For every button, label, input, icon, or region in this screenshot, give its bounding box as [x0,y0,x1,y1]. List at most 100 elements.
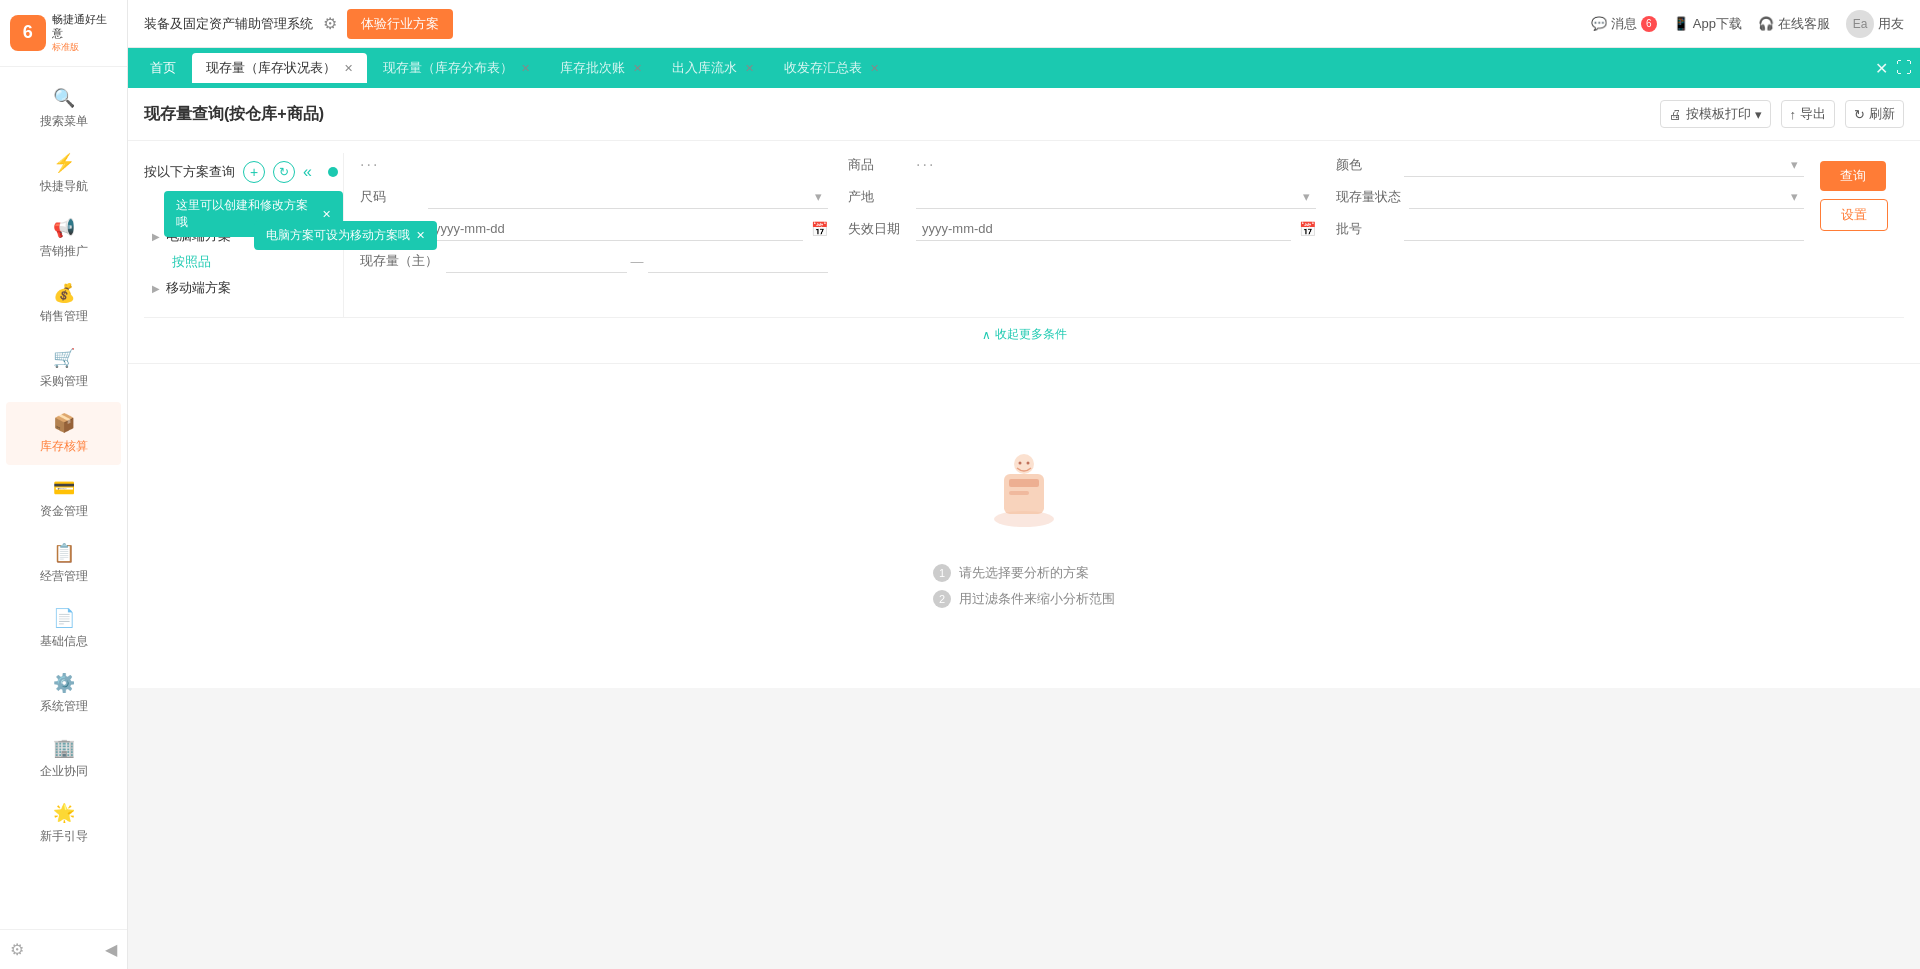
refresh-scheme-btn[interactable]: ↻ [273,161,295,183]
tab-batch-account-close[interactable]: ✕ [633,62,642,75]
desktop-tooltip-text: 电脑方案可设为移动方案哦 [266,227,410,244]
color-dropdown-icon: ▾ [1791,157,1798,172]
add-scheme-btn[interactable]: + [243,161,265,183]
tip-text-1: 请先选择要分析的方案 [959,564,1089,582]
sidebar-item-search[interactable]: 🔍 搜索菜单 [6,77,121,140]
desktop-tooltip-close[interactable]: ✕ [416,229,425,242]
settings-btn[interactable]: ⚙ [10,940,24,959]
phone-icon: 📱 [1673,16,1689,31]
tab-inventory-dist-close[interactable]: ✕ [521,62,530,75]
app-download-action[interactable]: 📱 App下载 [1673,15,1742,33]
sidebar-bottom: ⚙ ◀ [0,929,127,969]
produce-date-input[interactable] [428,217,803,241]
sidebar-item-sales[interactable]: 💰 销售管理 [6,272,121,335]
stock-qty-max[interactable] [648,249,829,273]
collapse-sidebar-btn[interactable]: ◀ [105,940,117,959]
user-area[interactable]: Ea 用友 [1846,10,1904,38]
system-icon: ⚙️ [53,672,75,694]
inventory-icon: 📦 [53,412,75,434]
sidebar-item-basics[interactable]: 📄 基础信息 [6,597,121,660]
sidebar-item-inventory[interactable]: 📦 库存核算 [6,402,121,465]
filter-size: 尺码 ▾ [360,185,828,209]
sidebar-item-quicknav[interactable]: ⚡ 快捷导航 [6,142,121,205]
avatar: Ea [1846,10,1874,38]
sidebar-item-marketing[interactable]: 📢 营销推广 [6,207,121,270]
support-label: 在线客服 [1778,15,1830,33]
filter-main: 按以下方案查询 + ↻ « 这里可以创建和修改方案哦 ✕ [144,153,1904,317]
sidebar-item-label-operations: 经营管理 [40,568,88,585]
produce-date-calendar-icon[interactable]: 📅 [811,221,828,237]
collapse-btn[interactable]: ∧ 收起更多条件 [982,326,1067,343]
tab-inventory-status-close[interactable]: ✕ [344,62,353,75]
sidebar: 6 畅捷通好生意 标准版 🔍 搜索菜单 ⚡ 快捷导航 📢 营销推广 💰 销售管理… [0,0,128,969]
tab-fullscreen-icon[interactable]: ⛶ [1896,59,1912,78]
template-print-btn[interactable]: 🖨 按模板打印 ▾ [1660,100,1771,128]
chevron-down-icon: ▾ [1755,107,1762,122]
scheme-sub-item-1[interactable]: 按照品 [164,249,343,275]
tab-close-all-icon[interactable]: ✕ [1875,59,1888,78]
mobile-scheme-item[interactable]: ▶ 移动端方案 [144,275,343,301]
scheme-sub-item-label: 按照品 [172,253,211,271]
stock-status-select[interactable]: ▾ [1409,185,1804,209]
sidebar-item-label-marketing: 营销推广 [40,243,88,260]
sidebar-item-enterprise[interactable]: 🏢 企业协同 [6,727,121,790]
sidebar-item-operations[interactable]: 📋 经营管理 [6,532,121,595]
filter-expire-date: 失效日期 📅 [848,217,1316,241]
tab-in-out-flow[interactable]: 出入库流水 ✕ [658,53,768,83]
collapse-up-icon: ∧ [982,328,991,342]
expire-date-input[interactable] [916,217,1291,241]
sidebar-item-label-inventory: 库存核算 [40,438,88,455]
svg-point-6 [1027,462,1030,465]
messages-action[interactable]: 💬 消息 6 [1591,15,1657,33]
sidebar-item-guide[interactable]: 🌟 新手引导 [6,792,121,855]
tab-collect-summary-label: 收发存汇总表 [784,59,862,77]
export-btn[interactable]: ↑ 导出 [1781,100,1836,128]
warehouse-dots[interactable]: ··· [360,156,379,174]
stock-qty-min[interactable] [446,249,627,273]
tab-inventory-status[interactable]: 现存量（库存状况表） ✕ [192,53,367,83]
filter-header-wrap: 按以下方案查询 + ↻ « 这里可以创建和修改方案哦 ✕ [144,161,343,183]
sidebar-item-finance[interactable]: 💳 资金管理 [6,467,121,530]
user-name: 用友 [1878,15,1904,33]
tab-home[interactable]: 首页 [136,53,190,83]
stock-status-dropdown-icon: ▾ [1791,189,1798,204]
sidebar-item-system[interactable]: ⚙️ 系统管理 [6,662,121,725]
empty-tips: 1 请先选择要分析的方案 2 用过滤条件来缩小分析范围 [933,564,1115,608]
color-label: 颜色 [1336,156,1396,174]
size-select[interactable]: ▾ [428,185,828,209]
tab-in-out-flow-close[interactable]: ✕ [745,62,754,75]
tab-batch-account[interactable]: 库存批次账 ✕ [546,53,656,83]
marketing-icon: 📢 [53,217,75,239]
sidebar-item-label-search: 搜索菜单 [40,113,88,130]
tab-collect-summary[interactable]: 收发存汇总表 ✕ [770,53,893,83]
sidebar-item-label-quicknav: 快捷导航 [40,178,88,195]
filter-row-3: 生产日期 📅 失效日期 📅 批号 [360,217,1804,241]
tab-inventory-dist[interactable]: 现存量（库存分布表） ✕ [369,53,544,83]
setup-btn[interactable]: 设置 [1820,199,1888,231]
query-btn[interactable]: 查询 [1820,161,1886,191]
batch-no-input[interactable] [1404,217,1804,241]
tab-collect-summary-close[interactable]: ✕ [870,62,879,75]
mobile-expand-arrow-icon: ▶ [152,283,160,294]
print-icon: 🖨 [1669,107,1682,122]
guide-icon: 🌟 [53,802,75,824]
empty-tip-2: 2 用过滤条件来缩小分析范围 [933,590,1115,608]
back-icon[interactable]: « [303,163,312,181]
goods-dots[interactable]: ··· [916,156,935,174]
refresh-btn[interactable]: ↻ 刷新 [1845,100,1904,128]
message-icon: 💬 [1591,16,1607,31]
origin-select[interactable]: ▾ [916,185,1316,209]
sidebar-item-label-enterprise: 企业协同 [40,763,88,780]
support-action[interactable]: 🎧 在线客服 [1758,15,1830,33]
sidebar-item-label-system: 系统管理 [40,698,88,715]
empty-illustration [974,444,1074,544]
expire-date-calendar-icon[interactable]: 📅 [1299,221,1316,237]
header-right: 💬 消息 6 📱 App下载 🎧 在线客服 Ea 用友 [1591,10,1904,38]
color-select[interactable]: ▾ [1404,153,1804,177]
header-gear-icon[interactable]: ⚙ [323,14,337,33]
expire-date-label: 失效日期 [848,220,908,238]
message-badge: 6 [1641,16,1657,32]
trial-btn[interactable]: 体验行业方案 [347,9,453,39]
tooltip-create-close[interactable]: ✕ [322,208,331,221]
sidebar-item-purchase[interactable]: 🛒 采购管理 [6,337,121,400]
